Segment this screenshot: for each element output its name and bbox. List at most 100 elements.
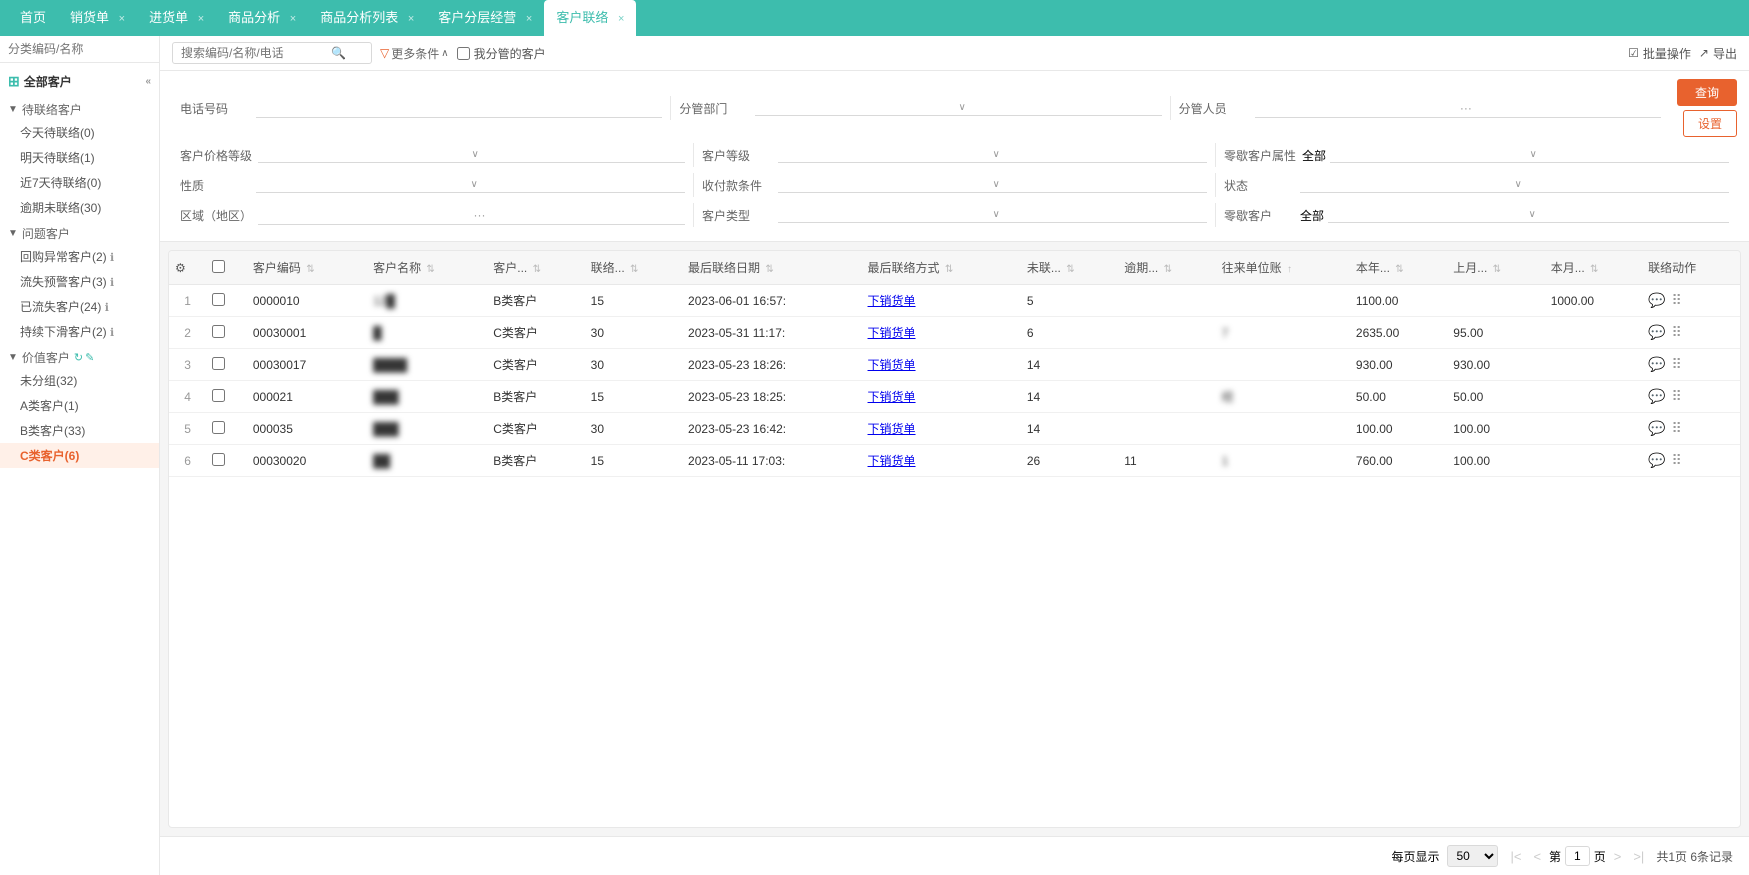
select-all-checkbox[interactable] bbox=[212, 260, 225, 273]
row-last-method[interactable]: 下销货单 bbox=[862, 285, 1021, 317]
sidebar-today-pending[interactable]: 今天待联络(0) bbox=[0, 120, 159, 145]
search-input[interactable] bbox=[181, 46, 331, 60]
action-chat-icon[interactable]: 💬 bbox=[1648, 292, 1665, 309]
action-chat-icon[interactable]: 💬 bbox=[1648, 388, 1665, 405]
row-last-method[interactable]: 下销货单 bbox=[862, 445, 1021, 477]
action-more-icon[interactable]: ⠿ bbox=[1672, 356, 1682, 373]
sidebar-pending-section[interactable]: ▼ 待联络客户 bbox=[0, 96, 159, 120]
nav-product-analysis-list[interactable]: 商品分析列表 × bbox=[308, 0, 426, 36]
last-method-link[interactable]: 下销货单 bbox=[868, 326, 916, 340]
last-method-link[interactable]: 下销货单 bbox=[868, 358, 916, 372]
last-method-link[interactable]: 下销货单 bbox=[868, 422, 916, 436]
search-submit-icon[interactable]: 🔍 bbox=[331, 46, 346, 60]
sort-this-month-icon[interactable]: ⇅ bbox=[1590, 264, 1598, 275]
action-more-icon[interactable]: ⠿ bbox=[1672, 420, 1682, 437]
action-chat-icon[interactable]: 💬 bbox=[1648, 420, 1665, 437]
customer-level-select[interactable]: ∨ bbox=[778, 147, 1207, 163]
col-settings[interactable]: ⚙ bbox=[169, 251, 206, 285]
last-method-link[interactable]: 下销货单 bbox=[868, 454, 916, 468]
nav-sales[interactable]: 销货单 × bbox=[58, 0, 137, 36]
sidebar-churned[interactable]: 已流失客户(24) ℹ bbox=[0, 294, 159, 319]
sort-last-month-icon[interactable]: ⇅ bbox=[1493, 264, 1501, 275]
customer-rank-select[interactable]: ∨ bbox=[258, 147, 685, 163]
row-checkbox[interactable] bbox=[206, 445, 247, 477]
status-select[interactable]: ∨ bbox=[1300, 177, 1729, 193]
sidebar-c-customers[interactable]: C类客户(6) bbox=[0, 443, 159, 468]
nav-customer-tier[interactable]: 客户分层经营 × bbox=[426, 0, 544, 36]
col-checkbox[interactable] bbox=[206, 251, 247, 285]
sidebar-7day-pending[interactable]: 近7天待联络(0) bbox=[0, 170, 159, 195]
action-more-icon[interactable]: ⠿ bbox=[1672, 452, 1682, 469]
close-tier-icon[interactable]: × bbox=[526, 13, 532, 25]
action-chat-icon[interactable]: 💬 bbox=[1648, 452, 1665, 469]
close-analysis-icon[interactable]: × bbox=[290, 13, 296, 25]
next-page-button[interactable]: > bbox=[1610, 847, 1626, 866]
action-more-icon[interactable]: ⠿ bbox=[1672, 324, 1682, 341]
per-page-select[interactable]: 50 100 200 bbox=[1447, 845, 1498, 867]
sidebar-unclassified[interactable]: 未分组(32) bbox=[0, 368, 159, 393]
manager-more-icon[interactable]: ··· bbox=[1460, 101, 1661, 115]
sidebar-b-customers[interactable]: B类客户(33) bbox=[0, 418, 159, 443]
action-chat-icon[interactable]: 💬 bbox=[1648, 324, 1665, 341]
sort-contact-icon[interactable]: ⇅ bbox=[630, 264, 638, 275]
more-conditions-button[interactable]: ▽ 更多条件 ∧ bbox=[380, 45, 449, 62]
last-method-link[interactable]: 下销货单 bbox=[868, 390, 916, 404]
nav-purchase[interactable]: 进货单 × bbox=[137, 0, 216, 36]
row-last-method[interactable]: 下销货单 bbox=[862, 349, 1021, 381]
sort-method-icon[interactable]: ⇅ bbox=[945, 264, 953, 275]
query-button[interactable]: 查询 bbox=[1677, 79, 1737, 106]
sidebar-repurchase-abnormal[interactable]: 回购异常客户(2) ℹ bbox=[0, 244, 159, 269]
row-checkbox[interactable] bbox=[206, 413, 247, 445]
settings-button[interactable]: 设置 bbox=[1683, 110, 1737, 137]
sort-code-icon[interactable]: ⇅ bbox=[306, 264, 314, 275]
customer-type-select[interactable]: ∨ bbox=[778, 207, 1207, 223]
sidebar-declining[interactable]: 持续下滑客户(2) ℹ bbox=[0, 319, 159, 344]
manager-select[interactable]: ··· bbox=[1255, 99, 1661, 118]
sort-date-icon[interactable]: ⇅ bbox=[765, 264, 773, 275]
export-button[interactable]: ↗ 导出 bbox=[1699, 45, 1737, 62]
sidebar-a-customers[interactable]: A类客户(1) bbox=[0, 393, 159, 418]
row-last-method[interactable]: 下销货单 bbox=[862, 381, 1021, 413]
nav-home[interactable]: 首页 bbox=[8, 0, 58, 36]
nature-select[interactable]: ∨ bbox=[256, 177, 685, 193]
sidebar-value-section[interactable]: ▼ 价值客户 ↻ ✎ bbox=[0, 344, 159, 368]
phone-input[interactable] bbox=[256, 99, 662, 118]
close-sales-icon[interactable]: × bbox=[119, 13, 125, 25]
sort-overdue-icon[interactable]: ⇅ bbox=[1164, 264, 1172, 275]
retail-attr-select[interactable]: ∨ bbox=[1330, 147, 1729, 163]
sort-type-icon[interactable]: ⇅ bbox=[533, 264, 541, 275]
my-customers-checkbox[interactable] bbox=[457, 47, 470, 60]
area-more-icon[interactable]: ··· bbox=[474, 208, 686, 222]
action-more-icon[interactable]: ⠿ bbox=[1672, 388, 1682, 405]
row-last-method[interactable]: 下销货单 bbox=[862, 317, 1021, 349]
row-checkbox[interactable] bbox=[206, 285, 247, 317]
sidebar-overdue-pending[interactable]: 逾期未联络(30) bbox=[0, 195, 159, 220]
sidebar-search-input[interactable] bbox=[8, 42, 160, 56]
close-analysis-list-icon[interactable]: × bbox=[408, 13, 414, 25]
close-purchase-icon[interactable]: × bbox=[198, 13, 204, 25]
batch-operation-button[interactable]: ☑ 批量操作 bbox=[1628, 45, 1691, 62]
last-page-button[interactable]: >| bbox=[1629, 847, 1648, 866]
sort-name-icon[interactable]: ⇅ bbox=[426, 264, 434, 275]
sidebar-all-customers[interactable]: ⊞ 全部客户 « bbox=[0, 67, 159, 96]
sort-past-icon[interactable]: ↑ bbox=[1287, 264, 1292, 275]
nav-customer-contact[interactable]: 客户联络 × bbox=[544, 0, 636, 36]
prev-page-button[interactable]: < bbox=[1529, 847, 1545, 866]
my-customers-filter[interactable]: 我分管的客户 bbox=[457, 45, 546, 62]
close-contact-icon[interactable]: × bbox=[618, 13, 624, 25]
sort-year-icon[interactable]: ⇅ bbox=[1395, 264, 1403, 275]
row-checkbox[interactable] bbox=[206, 317, 247, 349]
row-checkbox[interactable] bbox=[206, 349, 247, 381]
area-select[interactable]: ··· bbox=[258, 206, 685, 225]
payment-select[interactable]: ∨ bbox=[778, 177, 1207, 193]
action-more-icon[interactable]: ⠿ bbox=[1672, 292, 1682, 309]
sidebar-churn-warning[interactable]: 流失预警客户(3) ℹ bbox=[0, 269, 159, 294]
last-method-link[interactable]: 下销货单 bbox=[868, 294, 916, 308]
sidebar-problem-section[interactable]: ▼ 问题客户 bbox=[0, 220, 159, 244]
dept-select[interactable]: ∨ bbox=[755, 100, 1161, 116]
sort-not-cont-icon[interactable]: ⇅ bbox=[1066, 264, 1074, 275]
first-page-button[interactable]: |< bbox=[1506, 847, 1525, 866]
search-box[interactable]: 🔍 bbox=[172, 42, 372, 64]
retail-customer-select[interactable]: ∨ bbox=[1328, 207, 1729, 223]
row-checkbox[interactable] bbox=[206, 381, 247, 413]
